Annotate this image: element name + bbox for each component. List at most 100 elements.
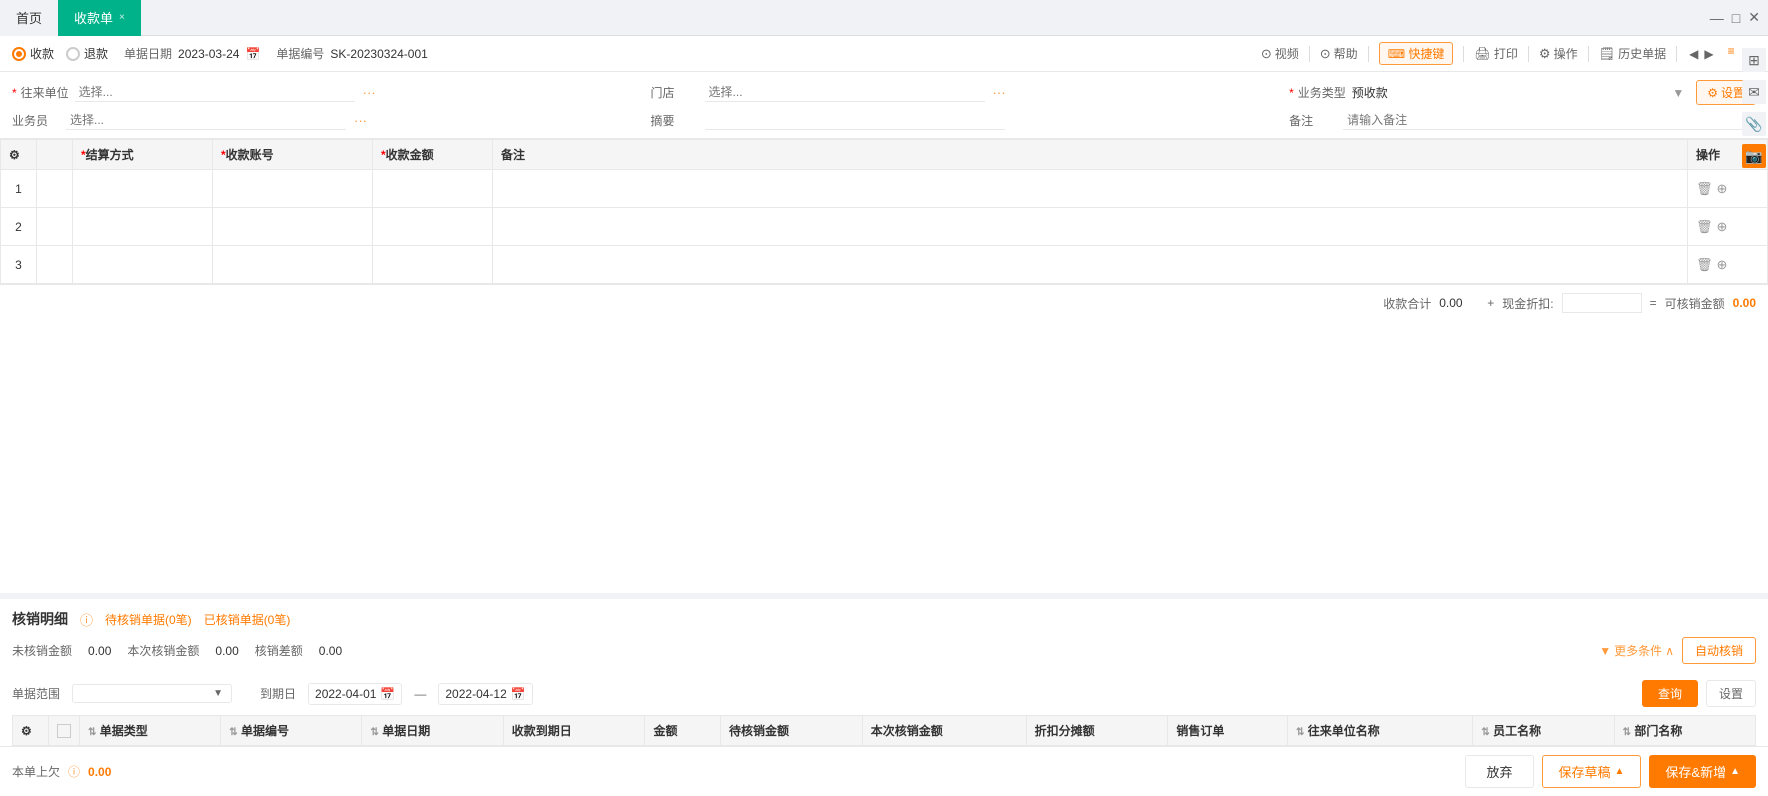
print-btn[interactable]: 🖨 打印: [1474, 45, 1518, 62]
row2-amount[interactable]: [373, 208, 493, 246]
auto-nuclear-button[interactable]: 自动核销: [1682, 637, 1756, 664]
help-btn[interactable]: ⊙ 帮助: [1320, 45, 1358, 62]
sidebar-mail-icon[interactable]: ✉: [1742, 80, 1766, 104]
date-from-calendar-icon[interactable]: 📅: [380, 687, 395, 701]
help-icon: ⊙: [1320, 46, 1331, 62]
from-unit-more-icon[interactable]: ···: [359, 85, 380, 100]
nav-next-icon[interactable]: ▶: [1702, 47, 1715, 61]
col-current: 本次核销金额: [862, 716, 1026, 746]
number-field: 单据编号 SK-20230324-001: [276, 45, 427, 62]
row1-delete-icon[interactable]: 🗑: [1696, 181, 1713, 197]
row3-amount[interactable]: [373, 246, 493, 284]
row2-account[interactable]: [213, 208, 373, 246]
from-unit-field: * 往来单位 ···: [12, 83, 635, 102]
filter-icon: ▼: [1599, 644, 1611, 658]
date-from-field: 2022-04-01 📅: [308, 683, 402, 705]
col-pending: 待核销金额: [720, 716, 862, 746]
row1-amount[interactable]: [373, 170, 493, 208]
nuclear-tab-pending[interactable]: 待核销单据(0笔): [105, 611, 192, 628]
row2-settle[interactable]: [73, 208, 213, 246]
radio-dot-refund: [66, 47, 80, 61]
bottom-bar: 本单上欠 ⓘ 0.00 放弃 保存草稿 ▲ 保存&新增 ▲: [0, 746, 1768, 796]
row3-settle[interactable]: [73, 246, 213, 284]
row1-copy-icon[interactable]: ⊕: [1717, 181, 1728, 197]
nuclear-stats: 未核销金额 0.00 本次核销金额 0.00 核销差额 0.00 ▼ 更多条件 …: [12, 637, 1756, 664]
col-amount: 金额: [645, 716, 720, 746]
row1-account[interactable]: [213, 170, 373, 208]
history-btn[interactable]: 🗒 历史单据: [1599, 45, 1667, 62]
record-info-icon[interactable]: ⓘ: [68, 763, 80, 780]
col-settle-header: *结算方式: [73, 140, 213, 170]
nuclear-header: 核销明细 ⓘ 待核销单据(0笔) 已核销单据(0笔): [12, 609, 1756, 629]
col-account-header: *收款账号: [213, 140, 373, 170]
discard-button[interactable]: 放弃: [1465, 755, 1533, 788]
shortcut-button[interactable]: ⌨ 快捷键: [1379, 42, 1454, 65]
row3-delete-icon[interactable]: 🗑: [1696, 257, 1713, 273]
row1-remarks[interactable]: [493, 170, 1688, 208]
col-due-date: 收款到期日: [503, 716, 645, 746]
remarks-input[interactable]: [1343, 111, 1756, 130]
scope-select[interactable]: ▼: [72, 684, 232, 703]
row3-remarks[interactable]: [493, 246, 1688, 284]
shop-more-icon[interactable]: ···: [989, 85, 1010, 100]
save-new-dropdown-icon[interactable]: ▲: [1730, 766, 1740, 777]
maximize-icon[interactable]: □: [1732, 10, 1740, 26]
video-icon: ⊙: [1261, 46, 1272, 62]
radio-group: 收款 退款: [12, 45, 108, 62]
summary-input[interactable]: [705, 111, 1005, 130]
date-to-calendar-icon[interactable]: 📅: [511, 687, 526, 701]
shop-input[interactable]: [705, 83, 985, 102]
salesperson-more-icon[interactable]: ···: [350, 113, 371, 128]
window-close-icon[interactable]: ✕: [1748, 9, 1760, 26]
nuclear-info-icon[interactable]: ⓘ: [80, 610, 93, 629]
row1-settle[interactable]: [73, 170, 213, 208]
sidebar-table-icon[interactable]: ⊞: [1742, 48, 1766, 72]
nav-prev-icon[interactable]: ◀: [1687, 47, 1700, 61]
gear-icon: ⚙: [1707, 86, 1718, 100]
save-new-button[interactable]: 保存&新增 ▲: [1649, 755, 1756, 788]
more-conditions-btn[interactable]: ▼ 更多条件 ∧: [1599, 642, 1674, 659]
minimize-icon[interactable]: —: [1710, 10, 1724, 26]
sidebar-camera-icon[interactable]: 📷: [1742, 144, 1766, 168]
tab-home[interactable]: 首页: [0, 0, 58, 36]
calc-row: 收款合计 0.00 + 现金折扣: = 可核销金额 0.00: [0, 284, 1768, 321]
query-button[interactable]: 查询: [1642, 680, 1698, 707]
tab-active[interactable]: 收款单 ×: [58, 0, 141, 36]
row3-copy-icon[interactable]: ⊕: [1717, 257, 1728, 273]
salesperson-field: 业务员 ···: [12, 111, 635, 130]
table-row: 1 🗑 ⊕: [1, 170, 1768, 208]
business-type-dropdown-icon[interactable]: ▼: [1672, 86, 1684, 100]
video-btn[interactable]: ⊙ 视频: [1261, 45, 1299, 62]
table-gear-header[interactable]: ⚙: [1, 140, 37, 170]
select-all-checkbox[interactable]: [57, 724, 71, 738]
radio-refund[interactable]: 退款: [66, 45, 108, 62]
row2-ops: 🗑 ⊕: [1688, 208, 1768, 246]
col-doc-date: ⇅ 单据日期: [362, 716, 503, 746]
business-type-field: * 业务类型 预收款 ▼ ⚙ 设置: [1289, 80, 1756, 105]
discount-input[interactable]: [1562, 293, 1642, 313]
radio-receive[interactable]: 收款: [12, 45, 54, 62]
layout-list-icon[interactable]: ≡: [1726, 44, 1737, 64]
row3-ops: 🗑 ⊕: [1688, 246, 1768, 284]
save-draft-button[interactable]: 保存草稿 ▲: [1542, 755, 1642, 788]
row2-copy-icon[interactable]: ⊕: [1717, 219, 1728, 235]
date-field: 单据日期 2023-03-24 📅: [124, 45, 260, 62]
right-sidebar: ⊞ ✉ 📎 📷: [1740, 36, 1768, 168]
calendar-icon[interactable]: 📅: [245, 47, 260, 61]
operate-btn[interactable]: ⚙ 操作: [1539, 45, 1578, 62]
nuclear-settings-button[interactable]: 设置: [1706, 680, 1756, 707]
from-unit-input[interactable]: [75, 83, 355, 102]
remarks-field: 备注: [1289, 111, 1756, 130]
row2-delete-icon[interactable]: 🗑: [1696, 219, 1713, 235]
nuclear-tabs: 待核销单据(0笔) 已核销单据(0笔): [105, 611, 302, 628]
row2-remarks[interactable]: [493, 208, 1688, 246]
sidebar-clip-icon[interactable]: 📎: [1742, 112, 1766, 136]
scope-dropdown-icon: ▼: [213, 688, 223, 699]
save-draft-dropdown-icon[interactable]: ▲: [1615, 766, 1625, 777]
nuclear-tab-done[interactable]: 已核销单据(0笔): [204, 611, 291, 628]
date-to-field: 2022-04-12 📅: [438, 683, 532, 705]
tab-close-icon[interactable]: ×: [119, 12, 125, 23]
salesperson-input[interactable]: [66, 111, 346, 130]
nuclear-table-gear[interactable]: ⚙: [13, 716, 49, 746]
row3-account[interactable]: [213, 246, 373, 284]
